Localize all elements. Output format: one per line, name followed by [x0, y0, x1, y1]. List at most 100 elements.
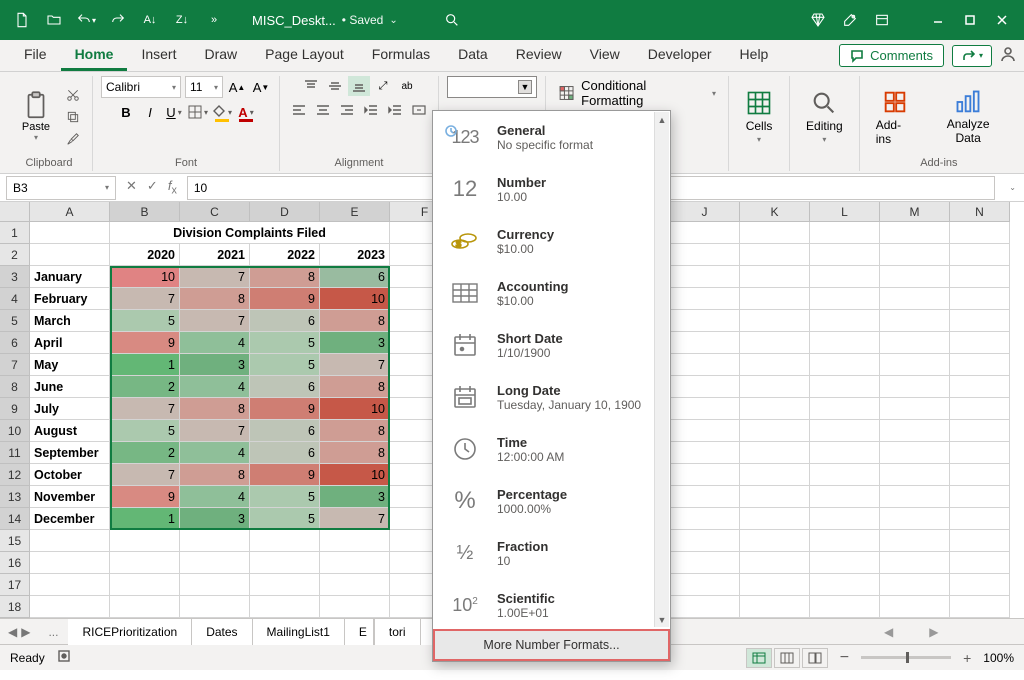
data-cell[interactable]: 6	[250, 310, 320, 332]
user-icon[interactable]	[1000, 46, 1016, 65]
ribbon-mode-icon[interactable]	[868, 6, 896, 34]
data-cell[interactable]: 9	[250, 398, 320, 420]
col-header-J[interactable]: J	[670, 202, 740, 222]
data-cell[interactable]: 8	[180, 398, 250, 420]
data-cell[interactable]: 6	[320, 266, 390, 288]
align-middle-icon[interactable]	[324, 76, 346, 96]
tab-page-layout[interactable]: Page Layout	[251, 40, 358, 71]
data-cell[interactable]: 5	[250, 354, 320, 376]
month-cell[interactable]: August	[30, 420, 110, 442]
analyze-data-button[interactable]: Analyze Data	[926, 84, 1010, 148]
data-cell[interactable]: 8	[320, 442, 390, 464]
number-format-accounting[interactable]: Accounting$10.00	[433, 267, 670, 319]
number-format-select[interactable]: ▼	[447, 76, 537, 98]
data-cell[interactable]: 1	[110, 508, 180, 530]
data-cell[interactable]: 7	[110, 288, 180, 310]
data-cell[interactable]: 7	[320, 354, 390, 376]
format-painter-icon[interactable]	[62, 130, 84, 148]
sheet-nav-next-icon[interactable]: ▶	[21, 625, 30, 639]
data-cell[interactable]: 5	[110, 420, 180, 442]
search-icon[interactable]	[438, 6, 466, 34]
sheet-tabs-more-left[interactable]: ...	[38, 625, 68, 639]
data-cell[interactable]: 8	[250, 266, 320, 288]
sort-desc-icon[interactable]: Z↓	[168, 6, 196, 34]
month-cell[interactable]: July	[30, 398, 110, 420]
data-cell[interactable]: 5	[250, 332, 320, 354]
addins-button[interactable]: Add-ins	[868, 84, 923, 150]
normal-view-icon[interactable]	[746, 648, 772, 668]
sheet-tab-mailinglist1[interactable]: MailingList1	[253, 619, 345, 645]
col-header-L[interactable]: L	[810, 202, 880, 222]
year-header[interactable]: 2021	[180, 244, 250, 266]
conditional-formatting-button[interactable]: Conditional Formatting ▾	[554, 76, 720, 110]
data-cell[interactable]: 8	[320, 376, 390, 398]
align-center-icon[interactable]	[312, 100, 334, 120]
sheet-tab-e[interactable]: E	[345, 619, 374, 645]
fill-color-icon[interactable]	[212, 102, 232, 122]
data-cell[interactable]: 8	[180, 288, 250, 310]
number-format-general[interactable]: 123GeneralNo specific format	[433, 111, 670, 163]
month-cell[interactable]: October	[30, 464, 110, 486]
sheet-nav-prev-icon[interactable]: ◀	[8, 625, 17, 639]
undo-icon[interactable]: ▾	[72, 6, 100, 34]
qat-more-icon[interactable]: »	[200, 6, 228, 34]
tab-developer[interactable]: Developer	[634, 40, 726, 71]
shrink-font-icon[interactable]: A▼	[251, 77, 271, 97]
data-cell[interactable]: 7	[320, 508, 390, 530]
underline-icon[interactable]: U	[164, 102, 184, 122]
data-cell[interactable]: 9	[110, 332, 180, 354]
grow-font-icon[interactable]: A▲	[227, 77, 247, 97]
italic-icon[interactable]: I	[140, 102, 160, 122]
merge-icon[interactable]	[408, 100, 430, 120]
border-icon[interactable]	[188, 102, 208, 122]
formula-expand-icon[interactable]: ⌄	[1001, 183, 1024, 192]
data-cell[interactable]: 1	[110, 354, 180, 376]
page-break-view-icon[interactable]	[802, 648, 828, 668]
font-size-select[interactable]: 11▾	[185, 76, 223, 98]
data-cell[interactable]: 4	[180, 376, 250, 398]
decrease-indent-icon[interactable]	[360, 100, 382, 120]
copy-icon[interactable]	[62, 108, 84, 126]
data-cell[interactable]: 8	[320, 310, 390, 332]
paste-button[interactable]: Paste ▾	[14, 91, 58, 142]
year-header[interactable]: 2023	[320, 244, 390, 266]
number-format-short-date[interactable]: Short Date1/10/1900	[433, 319, 670, 371]
font-color-icon[interactable]: A	[236, 102, 256, 122]
sheet-tab-tori[interactable]: tori	[374, 619, 421, 645]
data-cell[interactable]: 6	[250, 442, 320, 464]
table-title[interactable]: Division Complaints Filed	[110, 222, 390, 244]
month-cell[interactable]: November	[30, 486, 110, 508]
close-icon[interactable]	[988, 6, 1016, 34]
cut-icon[interactable]	[62, 86, 84, 104]
page-layout-view-icon[interactable]	[774, 648, 800, 668]
name-box[interactable]: B3▾	[6, 176, 116, 200]
tab-formulas[interactable]: Formulas	[358, 40, 444, 71]
data-cell[interactable]: 6	[250, 420, 320, 442]
month-cell[interactable]: March	[30, 310, 110, 332]
tab-home[interactable]: Home	[61, 40, 128, 71]
zoom-level[interactable]: 100%	[983, 651, 1014, 665]
col-header-A[interactable]: A	[30, 202, 110, 222]
align-bottom-icon[interactable]	[348, 76, 370, 96]
editing-button[interactable]: Editing▾	[798, 85, 851, 148]
font-name-select[interactable]: Calibri▾	[101, 76, 181, 98]
share-button[interactable]: ▾	[952, 45, 992, 67]
col-header-M[interactable]: M	[880, 202, 950, 222]
data-cell[interactable]: 5	[110, 310, 180, 332]
col-header-D[interactable]: D	[250, 202, 320, 222]
year-header[interactable]: 2020	[110, 244, 180, 266]
dropdown-scrollbar[interactable]: ▲ ▼	[654, 112, 669, 627]
number-format-scientific[interactable]: 102Scientific1.00E+01	[433, 579, 670, 629]
minimize-icon[interactable]	[924, 6, 952, 34]
tab-insert[interactable]: Insert	[127, 40, 190, 71]
hscroll-left-icon[interactable]: ◀	[884, 625, 893, 639]
data-cell[interactable]: 10	[320, 398, 390, 420]
zoom-in-icon[interactable]: +	[963, 650, 971, 666]
tab-help[interactable]: Help	[726, 40, 783, 71]
align-top-icon[interactable]	[300, 76, 322, 96]
cancel-formula-icon[interactable]: ✕	[126, 178, 137, 197]
number-format-time[interactable]: Time12:00:00 AM	[433, 423, 670, 475]
open-icon[interactable]	[40, 6, 68, 34]
data-cell[interactable]: 5	[250, 486, 320, 508]
new-file-icon[interactable]	[8, 6, 36, 34]
